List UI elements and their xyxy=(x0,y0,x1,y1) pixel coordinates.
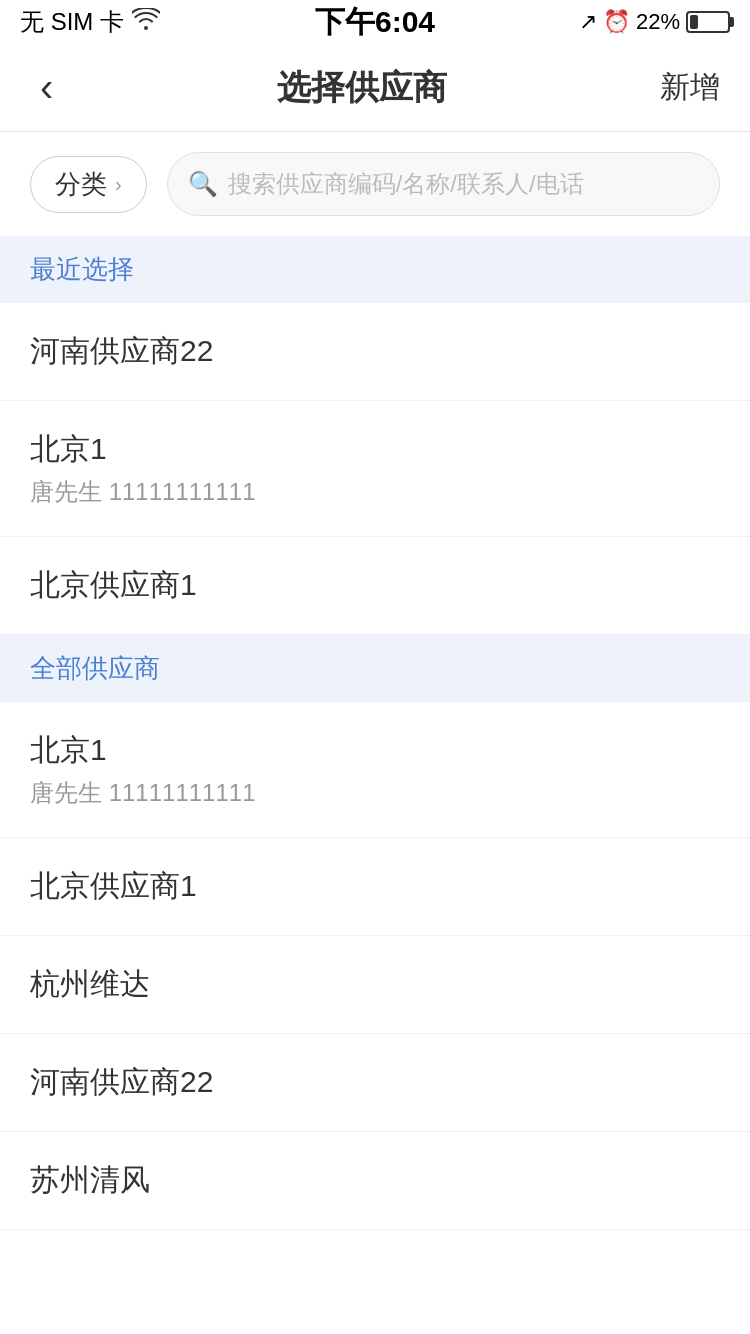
item-sub: 唐先生 11111111111 xyxy=(30,476,720,508)
item-name: 北京供应商1 xyxy=(30,866,720,907)
list-item[interactable]: 河南供应商22 xyxy=(0,303,750,401)
list-item[interactable]: 河南供应商22 xyxy=(0,1034,750,1132)
search-box[interactable]: 🔍 搜索供应商编码/名称/联系人/电话 xyxy=(167,152,720,216)
list-item[interactable]: 北京1 唐先生 11111111111 xyxy=(0,401,750,537)
add-button[interactable]: 新增 xyxy=(660,67,720,108)
category-label: 分类 xyxy=(55,167,107,202)
list-item[interactable]: 杭州维达 xyxy=(0,936,750,1034)
all-section-header: 全部供应商 xyxy=(0,635,750,702)
search-icon: 🔍 xyxy=(188,170,218,198)
recent-section-label: 最近选择 xyxy=(30,254,134,284)
location-icon: ↗ xyxy=(579,9,597,35)
list-item[interactable]: 北京1 唐先生 11111111111 xyxy=(0,702,750,838)
nav-bar: ‹ 选择供应商 新增 xyxy=(0,44,750,132)
list-item[interactable]: 北京供应商1 xyxy=(0,537,750,635)
category-button[interactable]: 分类 › xyxy=(30,156,147,213)
list-item[interactable]: 北京供应商1 xyxy=(0,838,750,936)
chevron-right-icon: › xyxy=(115,173,122,196)
item-name: 北京供应商1 xyxy=(30,565,720,606)
item-name: 河南供应商22 xyxy=(30,1062,720,1103)
back-button[interactable]: ‹ xyxy=(30,55,63,120)
battery-icon xyxy=(686,11,730,33)
all-section-label: 全部供应商 xyxy=(30,653,160,683)
item-name: 河南供应商22 xyxy=(30,331,720,372)
recent-section-header: 最近选择 xyxy=(0,236,750,303)
item-name: 苏州清风 xyxy=(30,1160,720,1201)
page-title: 选择供应商 xyxy=(277,65,447,111)
no-sim-text: 无 SIM 卡 xyxy=(20,6,124,38)
battery-percent: 22% xyxy=(636,9,680,35)
item-name: 北京1 xyxy=(30,730,720,771)
status-time: 下午6:04 xyxy=(315,2,435,43)
status-bar: 无 SIM 卡 下午6:04 ↗ ⏰ 22% xyxy=(0,0,750,44)
search-placeholder: 搜索供应商编码/名称/联系人/电话 xyxy=(228,168,584,200)
list-item[interactable]: 苏州清风 xyxy=(0,1132,750,1230)
filter-bar: 分类 › 🔍 搜索供应商编码/名称/联系人/电话 xyxy=(0,132,750,236)
item-name: 北京1 xyxy=(30,429,720,470)
all-items-list: 北京1 唐先生 11111111111 北京供应商1 杭州维达河南供应商22 苏州清风 xyxy=(0,702,750,1230)
status-left: 无 SIM 卡 xyxy=(20,6,160,38)
alarm-icon: ⏰ xyxy=(603,9,630,35)
recent-items-list: 河南供应商22 北京1 唐先生 11111111111 北京供应商1 xyxy=(0,303,750,635)
item-name: 杭州维达 xyxy=(30,964,720,1005)
item-sub: 唐先生 11111111111 xyxy=(30,777,720,809)
status-right: ↗ ⏰ 22% xyxy=(579,9,730,35)
wifi-icon xyxy=(132,8,160,36)
